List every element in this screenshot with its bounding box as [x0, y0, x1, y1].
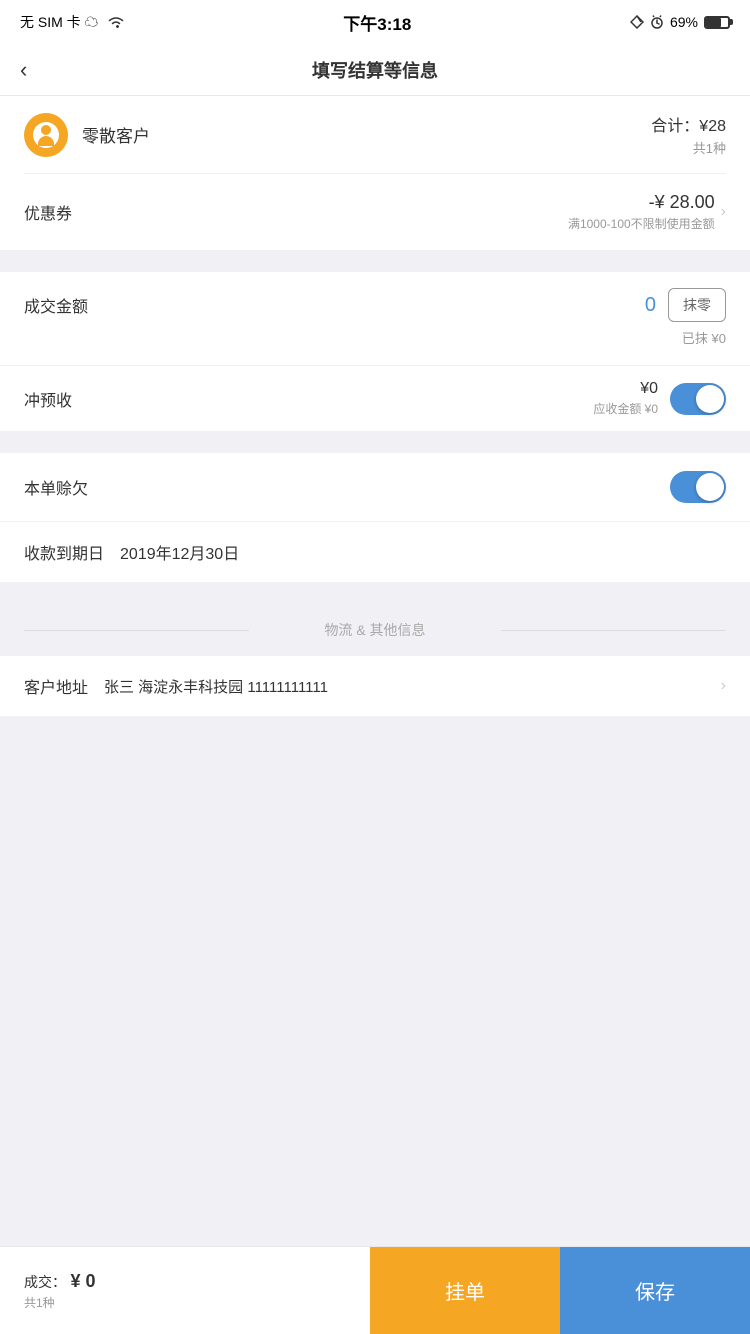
total-count: 共1种 — [651, 138, 726, 157]
avatar-icon — [33, 122, 59, 148]
status-bar: 无 SIM 卡 ☁ 下午3:18 69% — [0, 0, 750, 44]
coupon-desc: 满1000-100不限制使用金额 — [568, 215, 715, 232]
coupon-label: 优惠券 — [24, 200, 72, 224]
due-date-value: 2019年12月30日 — [120, 540, 239, 564]
round-button[interactable]: 抹零 — [668, 288, 726, 322]
logistics-line-right — [501, 630, 726, 631]
transaction-section: 成交金额 0 抹零 已抹 ¥0 冲预收 ¥0 应收金额 ¥0 — [0, 272, 750, 431]
bottom-deal-amount: ¥ 0 — [70, 1271, 95, 1291]
bottom-deal-label: 成交： — [24, 1274, 66, 1290]
no-sim-label: 无 SIM 卡 ☁ — [20, 12, 99, 32]
customer-right: 合计：¥28 共1种 — [651, 112, 726, 157]
bottom-deal-line: 成交： ¥ 0 — [24, 1271, 346, 1292]
due-date-label: 收款到期日 — [24, 540, 104, 564]
customer-avatar — [24, 113, 68, 157]
customer-name: 零散客户 — [82, 122, 150, 147]
amount-sub: 已抹 ¥0 — [24, 328, 726, 357]
section-divider-3 — [0, 594, 750, 604]
debt-label: 本单赊欠 — [24, 475, 88, 499]
bottom-spacer — [0, 728, 750, 848]
debt-section: 本单赊欠 收款到期日 2019年12月30日 — [0, 453, 750, 582]
status-right: 69% — [630, 14, 730, 30]
logistics-header: 物流 & 其他信息 — [0, 604, 750, 656]
save-button[interactable]: 保存 — [560, 1247, 750, 1334]
bottom-bar: 成交： ¥ 0 共1种 挂单 保存 — [0, 1246, 750, 1334]
address-row[interactable]: 客户地址 张三 海淀永丰科技园 11111111111 › — [0, 656, 750, 716]
debt-row: 本单赊欠 — [0, 453, 750, 521]
prepay-sub: 应收金额 ¥0 — [593, 400, 658, 417]
address-section: 客户地址 张三 海淀永丰科技园 11111111111 › — [0, 656, 750, 716]
prepay-label: 冲预收 — [24, 387, 72, 411]
nav-bar: ‹ 填写结算等信息 — [0, 44, 750, 96]
coupon-row[interactable]: 优惠券 -¥ 28.00 满1000-100不限制使用金额 › — [0, 174, 750, 250]
address-value: 张三 海淀永丰科技园 11111111111 — [104, 676, 713, 697]
prepay-amount-block: ¥0 应收金额 ¥0 — [593, 380, 658, 417]
due-date-section: 收款到期日 2019年12月30日 — [0, 521, 750, 582]
logistics-label: 物流 & 其他信息 — [324, 622, 425, 638]
status-left: 无 SIM 卡 ☁ — [20, 12, 125, 32]
alarm-icon — [650, 15, 664, 29]
customer-row: 零散客户 合计：¥28 共1种 — [0, 96, 750, 173]
amount-right: 0 抹零 — [645, 288, 726, 322]
amount-section: 成交金额 0 抹零 已抹 ¥0 — [0, 272, 750, 365]
amount-value: 0 — [645, 294, 656, 317]
prepay-row: 冲预收 ¥0 应收金额 ¥0 — [24, 380, 726, 417]
prepay-amount: ¥0 — [593, 380, 658, 398]
logistics-line-left — [24, 630, 249, 631]
chevron-right-icon: › — [721, 203, 726, 221]
prepay-section: 冲预收 ¥0 应收金额 ¥0 — [0, 365, 750, 431]
status-time: 下午3:18 — [343, 10, 411, 35]
battery-icon — [704, 16, 730, 29]
toggle-knob-2 — [696, 473, 724, 501]
amount-row: 成交金额 0 抹零 — [24, 288, 726, 322]
customer-left: 零散客户 — [24, 113, 150, 157]
bottom-info: 成交： ¥ 0 共1种 — [0, 1271, 370, 1311]
debt-toggle[interactable] — [670, 471, 726, 503]
coupon-amount: -¥ 28.00 — [568, 192, 715, 213]
battery-percent: 69% — [670, 14, 698, 30]
pending-button[interactable]: 挂单 — [370, 1247, 560, 1334]
prepay-right: ¥0 应收金额 ¥0 — [593, 380, 726, 417]
chevron-right-icon-2: › — [721, 677, 726, 695]
coupon-right: -¥ 28.00 满1000-100不限制使用金额 › — [568, 192, 726, 232]
bottom-count: 共1种 — [24, 1294, 346, 1311]
prepay-toggle[interactable] — [670, 383, 726, 415]
back-button[interactable]: ‹ — [12, 49, 35, 91]
page-title: 填写结算等信息 — [312, 57, 438, 83]
section-divider-1 — [0, 262, 750, 272]
total-amount: 合计：¥28 — [651, 112, 726, 136]
content: 零散客户 合计：¥28 共1种 优惠券 -¥ 28.00 满1000-100不限… — [0, 96, 750, 948]
toggle-knob — [696, 385, 724, 413]
customer-section: 零散客户 合计：¥28 共1种 优惠券 -¥ 28.00 满1000-100不限… — [0, 96, 750, 250]
wifi-icon — [107, 15, 125, 29]
amount-label: 成交金额 — [24, 293, 88, 317]
section-divider-2 — [0, 443, 750, 453]
address-label: 客户地址 — [24, 674, 88, 698]
location-icon — [630, 15, 644, 29]
